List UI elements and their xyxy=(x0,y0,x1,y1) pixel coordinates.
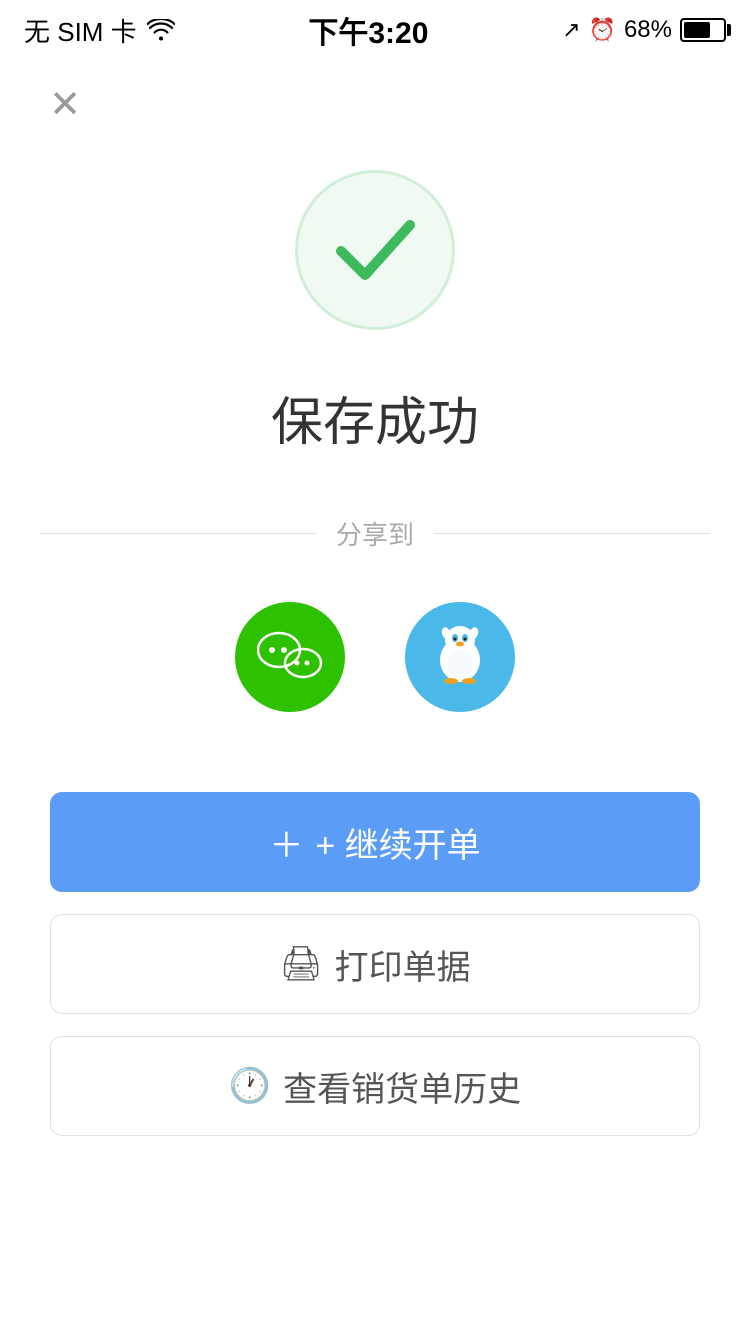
location-icon: ↗ xyxy=(562,17,580,43)
plus-icon: ＋ xyxy=(269,818,303,867)
success-circle xyxy=(295,170,455,330)
history-button[interactable]: 🕐 查看销货单历史 xyxy=(50,1036,700,1136)
success-title: 保存成功 xyxy=(271,380,479,455)
main-content: 保存成功 分享到 xyxy=(0,150,750,1334)
qq-icon xyxy=(433,622,487,692)
share-section: 分享到 xyxy=(40,515,710,552)
checkmark-icon xyxy=(333,213,418,288)
action-buttons: ＋ + 继续开单 🖨 打印单据 🕐 查看销货单历史 xyxy=(40,792,710,1136)
alarm-icon: ⏰ xyxy=(589,17,616,43)
print-button[interactable]: 🖨 打印单据 xyxy=(50,914,700,1014)
divider-right xyxy=(434,533,710,534)
battery-fill xyxy=(684,22,710,38)
battery-icon xyxy=(680,18,726,42)
status-bar: 无 SIM 卡 下午3:20 ↗ ⏰ 68% xyxy=(0,0,750,60)
clock-icon: 🕐 xyxy=(229,1066,271,1106)
share-label: 分享到 xyxy=(336,515,414,552)
close-btn-area: ✕ xyxy=(0,60,750,150)
wechat-share-button[interactable] xyxy=(235,602,345,712)
status-left: 无 SIM 卡 xyxy=(24,12,175,49)
qq-share-button[interactable] xyxy=(405,602,515,712)
close-button[interactable]: ✕ xyxy=(40,80,90,130)
carrier-text: 无 SIM 卡 xyxy=(24,12,137,49)
printer-icon: 🖨 xyxy=(279,944,322,984)
history-label: 查看销货单历史 xyxy=(283,1062,521,1111)
status-time: 下午3:20 xyxy=(308,8,428,52)
wifi-icon xyxy=(147,19,175,41)
status-right: ↗ ⏰ 68% xyxy=(562,16,726,44)
divider-left xyxy=(40,533,316,534)
close-icon: ✕ xyxy=(49,86,81,124)
share-icons xyxy=(235,602,515,712)
continue-order-label: + 继续开单 xyxy=(315,818,480,867)
continue-order-button[interactable]: ＋ + 继续开单 xyxy=(50,792,700,892)
print-label: 打印单据 xyxy=(335,940,471,989)
battery-text: 68% xyxy=(624,16,672,44)
wechat-icon xyxy=(257,630,323,684)
